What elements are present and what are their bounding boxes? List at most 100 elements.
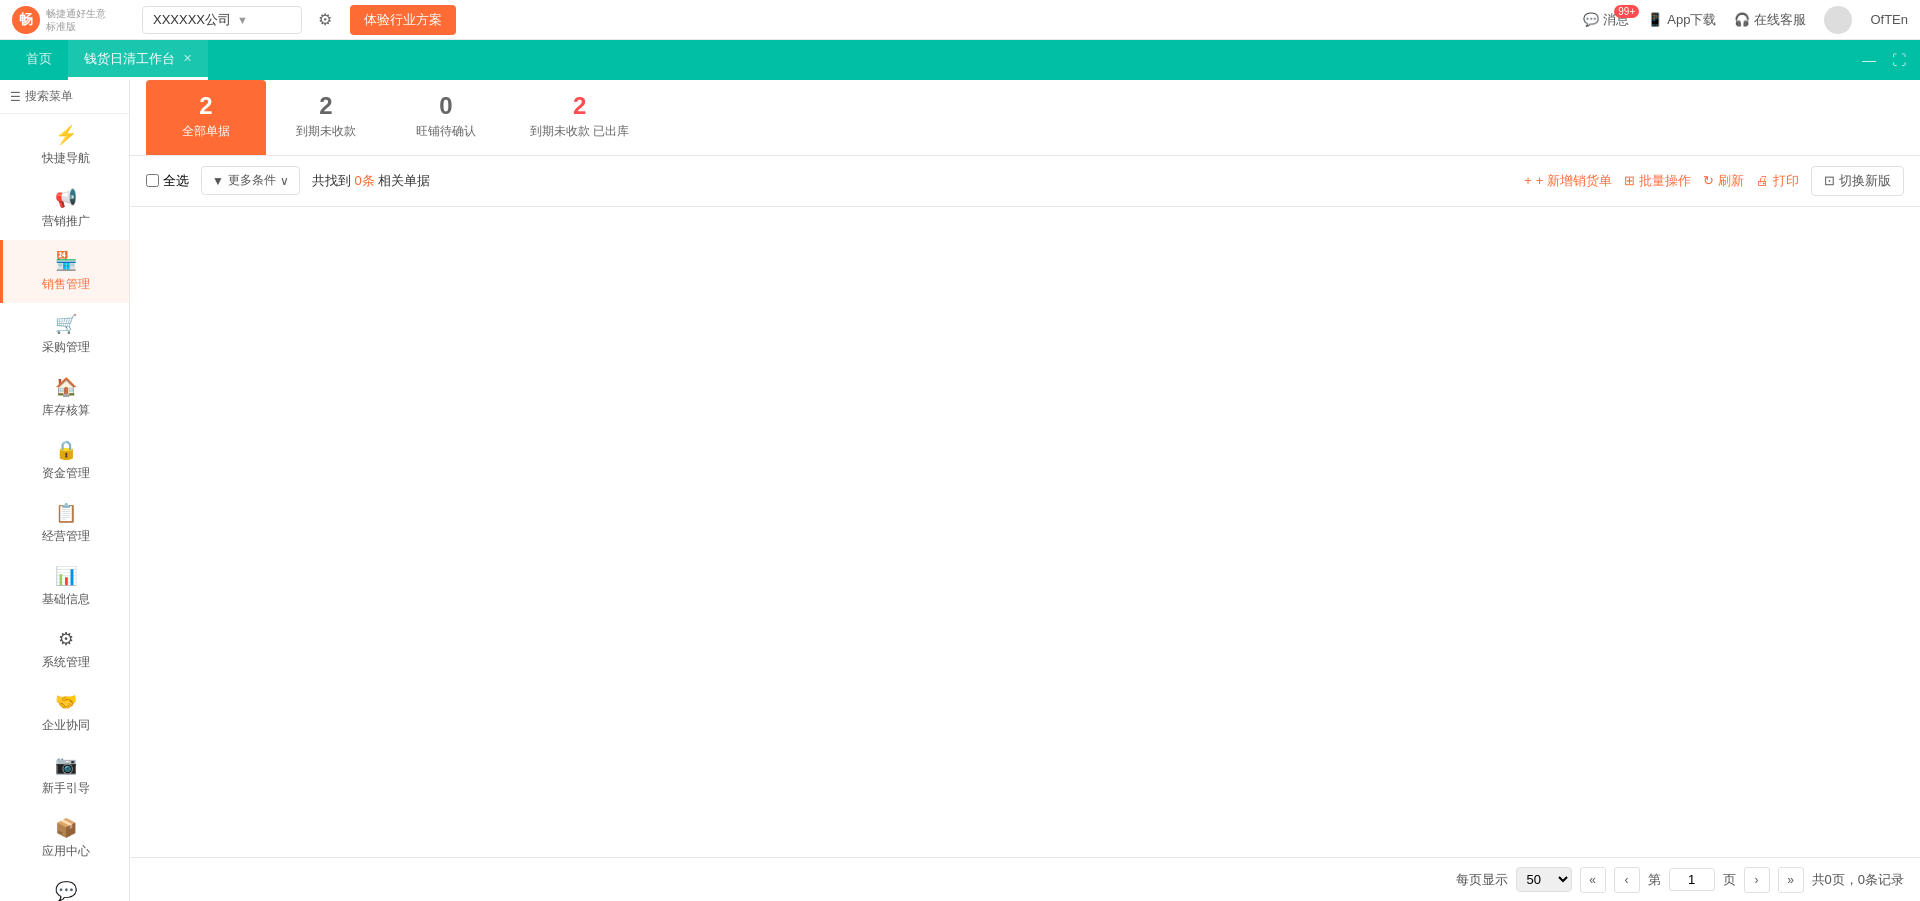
company-dropdown-arrow-icon: ▼ — [237, 14, 248, 26]
message-button[interactable]: 💬 消息 99+ — [1583, 11, 1629, 29]
sidebar-item-enterprise[interactable]: 🤝 企业协同 — [0, 681, 129, 744]
company-name: XXXXXX公司 — [153, 11, 231, 29]
company-selector[interactable]: XXXXXX公司 ▼ — [142, 6, 302, 34]
tab-cashflow[interactable]: 钱货日清工作台 ✕ — [68, 40, 208, 80]
sidebar-label-inventory: 库存核算 — [42, 402, 90, 419]
sidebar-label-quick-nav: 快捷导航 — [42, 150, 90, 167]
filter-icon: ▼ — [212, 174, 224, 188]
sidebar-item-quick-nav[interactable]: ⚡ 快捷导航 — [0, 114, 129, 177]
refresh-button[interactable]: ↻ 刷新 — [1703, 172, 1744, 190]
batch-icon: ⊞ — [1624, 173, 1635, 188]
sidebar-label-finance: 资金管理 — [42, 465, 90, 482]
filter-button[interactable]: ▼ 更多条件 ∨ — [201, 166, 300, 195]
sidebar-item-guide[interactable]: 📷 新手引导 — [0, 744, 129, 807]
select-all-checkbox[interactable]: 全选 — [146, 172, 189, 190]
stat-count-overdue: 2 — [319, 92, 332, 121]
sidebar: ☰ 搜索菜单 ⚡ 快捷导航 📢 营销推广 🏪 销售管理 🛒 采购管理 🏠 库存核… — [0, 80, 130, 901]
batch-operation-button[interactable]: ⊞ 批量操作 — [1624, 172, 1691, 190]
sidebar-label-guide: 新手引导 — [42, 780, 90, 797]
tab-home[interactable]: 首页 — [10, 40, 68, 80]
switch-icon: ⊡ — [1824, 173, 1835, 188]
tab-bar: 首页 钱货日清工作台 ✕ — ⛶ — [0, 40, 1920, 80]
total-info: 共0页，0条记录 — [1812, 871, 1904, 889]
stat-tab-pending[interactable]: 0 旺铺待确认 — [386, 80, 506, 155]
sidebar-item-basic-info[interactable]: 📊 基础信息 — [0, 555, 129, 618]
refresh-label: 刷新 — [1718, 172, 1744, 190]
sidebar-label-purchase: 采购管理 — [42, 339, 90, 356]
logo-name: 畅捷通好生意 — [46, 7, 106, 20]
online-service-button[interactable]: 🎧 在线客服 — [1734, 11, 1806, 29]
sidebar-label-app-center: 应用中心 — [42, 843, 90, 860]
logo-sub: 标准版 — [46, 20, 106, 33]
logo-text: 畅捷通好生意 标准版 — [46, 7, 106, 33]
top-bar: 畅 畅捷通好生意 标准版 XXXXXX公司 ▼ ⚙ 体验行业方案 💬 消息 99… — [0, 0, 1920, 40]
inventory-icon: 🏠 — [55, 376, 77, 398]
print-label: 打印 — [1773, 172, 1799, 190]
per-page-select[interactable]: 50 20 100 — [1516, 867, 1572, 892]
switch-version-button[interactable]: ⊡ 切换新版 — [1811, 166, 1904, 196]
print-icon: 🖨 — [1756, 173, 1769, 188]
logo-icon: 畅 — [12, 6, 40, 34]
sidebar-item-operations[interactable]: 📋 经营管理 — [0, 492, 129, 555]
avatar[interactable] — [1824, 6, 1852, 34]
tab-maximize-icon[interactable]: ⛶ — [1888, 48, 1910, 72]
sidebar-item-weixin[interactable]: 💬 企业微信 — [0, 870, 129, 901]
stat-label-overdue-out: 到期未收款 已出库 — [530, 123, 629, 140]
settings-button[interactable]: ⚙ — [310, 5, 340, 35]
online-service-label: 在线客服 — [1754, 11, 1806, 29]
username[interactable]: OfTEn — [1870, 12, 1908, 27]
switch-label: 切换新版 — [1839, 172, 1891, 190]
sidebar-item-purchase[interactable]: 🛒 采购管理 — [0, 303, 129, 366]
batch-label: 批量操作 — [1639, 172, 1691, 190]
gear-icon: ⚙ — [318, 10, 332, 29]
marketing-icon: 📢 — [55, 187, 77, 209]
select-all-input[interactable] — [146, 174, 159, 187]
page-suffix: 页 — [1723, 871, 1736, 889]
stat-tab-all[interactable]: 2 全部单据 — [146, 80, 266, 155]
service-icon: 🎧 — [1734, 12, 1750, 27]
tab-minimize-icon[interactable]: — — [1858, 48, 1880, 72]
content-area: 2 全部单据 2 到期未收款 0 旺铺待确认 2 到期未收款 已出库 全选 — [130, 80, 1920, 901]
tab-bar-actions: — ⛶ — [1858, 40, 1910, 80]
sidebar-item-finance[interactable]: 🔒 资金管理 — [0, 429, 129, 492]
purchase-icon: 🛒 — [55, 313, 77, 335]
weixin-icon: 💬 — [55, 880, 77, 901]
stat-tab-overdue-out[interactable]: 2 到期未收款 已出库 — [506, 80, 653, 155]
table-area — [130, 207, 1920, 857]
sidebar-item-marketing[interactable]: 📢 营销推广 — [0, 177, 129, 240]
last-page-icon: » — [1787, 873, 1794, 887]
next-page-icon: › — [1755, 873, 1759, 887]
sidebar-item-system[interactable]: ⚙ 系统管理 — [0, 618, 129, 681]
last-page-button[interactable]: » — [1778, 867, 1804, 893]
sidebar-item-sales[interactable]: 🏪 销售管理 — [0, 240, 129, 303]
app-download-button[interactable]: 📱 App下载 — [1647, 11, 1716, 29]
tab-close-icon[interactable]: ✕ — [183, 52, 192, 65]
stat-count-all: 2 — [199, 92, 212, 121]
page-number-input[interactable] — [1669, 868, 1715, 891]
trial-button[interactable]: 体验行业方案 — [350, 5, 456, 35]
prev-page-button[interactable]: ‹ — [1614, 867, 1640, 893]
sidebar-label-operations: 经营管理 — [42, 528, 90, 545]
search-menu-button[interactable]: ☰ 搜索菜单 — [0, 80, 129, 114]
tab-cashflow-label: 钱货日清工作台 — [84, 50, 175, 68]
enterprise-icon: 🤝 — [55, 691, 77, 713]
sidebar-item-app-center[interactable]: 📦 应用中心 — [0, 807, 129, 870]
first-page-button[interactable]: « — [1580, 867, 1606, 893]
download-icon: 📱 — [1647, 12, 1663, 27]
toolbar-right: + + 新增销货单 ⊞ 批量操作 ↻ 刷新 🖨 打印 ⊡ 切换新版 — [1524, 166, 1904, 196]
page-label: 第 — [1648, 871, 1661, 889]
print-button[interactable]: 🖨 打印 — [1756, 172, 1799, 190]
stat-tab-overdue[interactable]: 2 到期未收款 — [266, 80, 386, 155]
stats-tabs: 2 全部单据 2 到期未收款 0 旺铺待确认 2 到期未收款 已出库 — [130, 80, 1920, 156]
logo-area: 畅 畅捷通好生意 标准版 — [12, 6, 142, 34]
sidebar-item-inventory[interactable]: 🏠 库存核算 — [0, 366, 129, 429]
basic-info-icon: 📊 — [55, 565, 77, 587]
top-right-area: 💬 消息 99+ 📱 App下载 🎧 在线客服 OfTEn — [1583, 6, 1908, 34]
select-all-label: 全选 — [163, 172, 189, 190]
sidebar-label-enterprise: 企业协同 — [42, 717, 90, 734]
found-count: 0条 — [355, 173, 375, 188]
next-page-button[interactable]: › — [1744, 867, 1770, 893]
filter-label: 更多条件 — [228, 172, 276, 189]
add-sale-order-button[interactable]: + + 新增销货单 — [1524, 172, 1612, 190]
stat-label-pending: 旺铺待确认 — [416, 123, 476, 140]
